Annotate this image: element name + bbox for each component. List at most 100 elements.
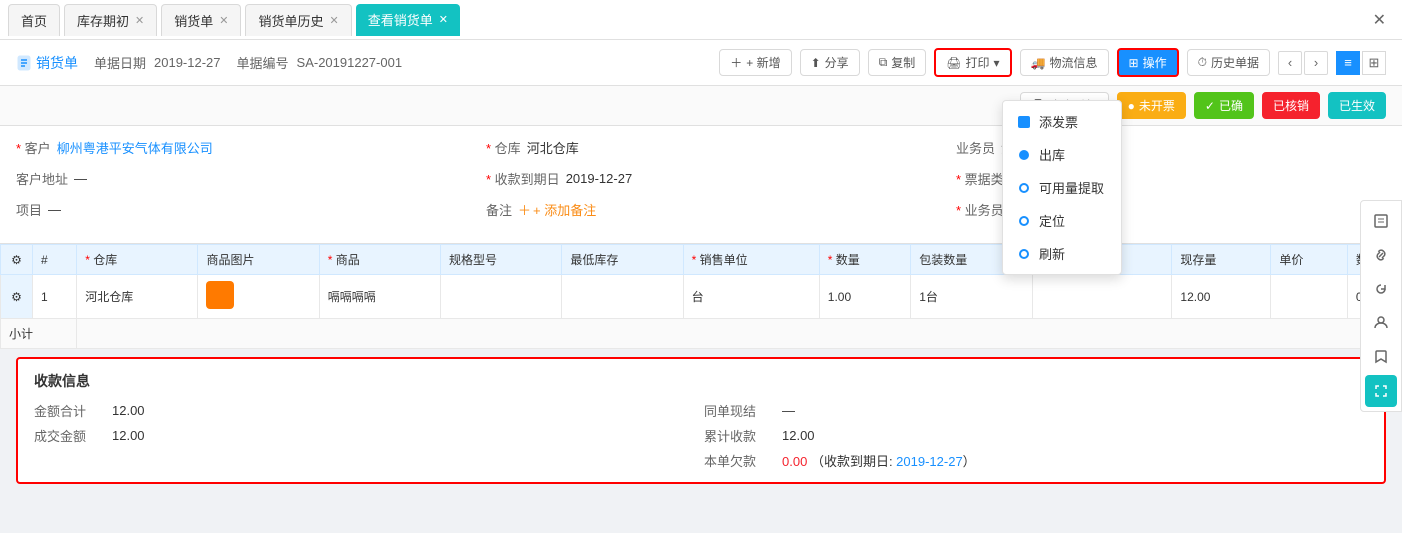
product-table-container: ⚙ # * 仓库 商品图片 * 商品 规格型号 最低库存 * 销售单位 * 数量… xyxy=(0,243,1402,349)
col-sales-unit: * 销售单位 xyxy=(683,245,819,275)
menu-add-invoice[interactable]: 添发票 xyxy=(1003,105,1121,138)
prev-button[interactable]: ‹ xyxy=(1278,51,1302,75)
col-gear: ⚙ xyxy=(1,245,33,275)
address-field: 客户地址 — xyxy=(16,169,446,188)
unopened-button[interactable]: ● 未开票 xyxy=(1117,92,1186,119)
confirm-icon: ✓ xyxy=(1205,99,1215,113)
tab-view-sales-close[interactable]: ✕ xyxy=(439,13,448,26)
same-order-row: 同单现结 — xyxy=(704,401,1368,420)
view-toggle: ≡ ⊞ xyxy=(1336,51,1386,75)
menu-available-qty[interactable]: 可用量提取 xyxy=(1003,171,1121,204)
transaction-amount-value: 12.00 xyxy=(112,428,145,443)
share-icon: ⬆ xyxy=(811,56,821,70)
col-seq: # xyxy=(33,245,77,275)
tab-inventory-close[interactable]: ✕ xyxy=(135,14,144,27)
sales-order-icon xyxy=(16,55,32,71)
row-min-stock xyxy=(562,275,683,319)
payment-right: 同单现结 — 累计收款 12.00 本单欠款 0.00 （收款到期日: 2019… xyxy=(704,401,1368,470)
menu-refresh[interactable]: 刷新 xyxy=(1003,237,1121,270)
customer-value[interactable]: 柳州粤港平安气体有限公司 xyxy=(57,138,213,157)
sidebar-expand-icon[interactable] xyxy=(1365,375,1397,407)
payment-title: 收款信息 xyxy=(34,371,1368,391)
note-label: 备注 xyxy=(486,200,512,219)
row-sales-unit: 台 xyxy=(683,275,819,319)
row-gear[interactable]: ⚙ xyxy=(1,275,33,319)
print-dropdown-arrow: ▾ xyxy=(994,56,1000,70)
available-qty-icon xyxy=(1017,181,1031,195)
sidebar-refresh-icon[interactable] xyxy=(1365,273,1397,305)
sidebar-user-icon[interactable] xyxy=(1365,307,1397,339)
payment-left: 金额合计 12.00 成交金额 12.00 xyxy=(34,401,698,470)
address-value: — xyxy=(74,171,87,186)
project-value: — xyxy=(48,202,61,217)
row-pack-qty: 1台 xyxy=(911,275,1032,319)
row-available xyxy=(1032,275,1172,319)
copy-button[interactable]: ⧉ 复制 xyxy=(868,49,927,76)
payment-date-value: 2019-12-27 xyxy=(566,171,633,186)
note-field: 备注 ＋ + 添加备注 xyxy=(486,200,916,219)
grid-view-button[interactable]: ⊞ xyxy=(1362,51,1386,75)
row-product-img xyxy=(198,275,319,319)
subtotal-row: 小计 xyxy=(1,319,1402,349)
locate-icon xyxy=(1017,214,1031,228)
doc-type-label: 销货单 xyxy=(36,53,78,73)
confirm-button[interactable]: ✓ 已确 xyxy=(1194,92,1254,119)
menu-outbound[interactable]: 出库 xyxy=(1003,138,1121,171)
sidebar-edit-icon[interactable] xyxy=(1365,205,1397,237)
tab-view-sales[interactable]: 查看销货单 ✕ xyxy=(356,4,460,36)
table-row: ⚙ 1 河北仓库 嗝嗝嗝嗝 台 1.00 1台 12.00 0. xyxy=(1,275,1402,319)
tab-home[interactable]: 首页 xyxy=(8,4,60,36)
operation-button[interactable]: ⊞ 操作 xyxy=(1117,48,1179,77)
tab-inventory-init[interactable]: 库存期初 ✕ xyxy=(64,4,157,36)
operation-grid-icon: ⊞ xyxy=(1129,56,1139,70)
payment-date-label: 收款到期日 xyxy=(486,169,560,188)
tab-inventory-label: 库存期初 xyxy=(77,11,129,30)
col-warehouse: * 仓库 xyxy=(77,245,198,275)
total-amount-row: 金额合计 12.00 xyxy=(34,401,698,420)
toolbar-right: ＋ + 新增 ⬆ 分享 ⧉ 复制 🖨 打印 ▾ 🚚 物流信息 ⊞ xyxy=(719,48,1386,77)
logistics-button[interactable]: 🚚 物流信息 xyxy=(1020,49,1109,76)
list-view-button[interactable]: ≡ xyxy=(1336,51,1360,75)
history-button[interactable]: ⏱ 历史单据 xyxy=(1187,49,1270,76)
menu-locate[interactable]: 定位 xyxy=(1003,204,1121,237)
sidebar-bookmark-icon[interactable] xyxy=(1365,341,1397,373)
action-bar: 📱 来自手机 ● 未开票 ✓ 已确 已核销 已生效 xyxy=(0,86,1402,126)
tab-sales-history-close[interactable]: ✕ xyxy=(330,14,339,27)
tab-sales-order-label: 销货单 xyxy=(174,11,213,30)
add-note-icon: ＋ xyxy=(518,200,531,219)
tab-sales-history[interactable]: 销货单历史 ✕ xyxy=(245,4,351,36)
cumulative-payment-value: 12.00 xyxy=(782,428,815,443)
effected-button[interactable]: 已生效 xyxy=(1328,92,1386,119)
new-button[interactable]: ＋ + 新增 xyxy=(719,49,791,76)
add-invoice-icon xyxy=(1017,115,1031,129)
sold-cancel-button[interactable]: 已核销 xyxy=(1262,92,1320,119)
subtotal-values xyxy=(77,319,1402,349)
row-warehouse: 河北仓库 xyxy=(77,275,198,319)
print-button[interactable]: 🖨 打印 ▾ xyxy=(934,48,1011,77)
total-amount-value: 12.00 xyxy=(112,403,145,418)
tab-sales-order-close[interactable]: ✕ xyxy=(219,14,228,27)
sidebar-link-icon[interactable] xyxy=(1365,239,1397,271)
row-seq: 1 xyxy=(33,275,77,319)
next-button[interactable]: › xyxy=(1304,51,1328,75)
due-note: （收款到期日: 2019-12-27） xyxy=(811,454,976,469)
doc-date-label: 单据日期 2019-12-27 xyxy=(94,53,221,72)
col-unit-price: 单价 xyxy=(1271,245,1348,275)
row-quantity: 1.00 xyxy=(819,275,910,319)
this-order-due-value: 0.00 （收款到期日: 2019-12-27） xyxy=(782,451,976,470)
transaction-amount-label: 成交金额 xyxy=(34,426,104,445)
share-button[interactable]: ⬆ 分享 xyxy=(800,49,860,76)
doc-type-icon: 销货单 xyxy=(16,53,78,73)
window-close-button[interactable]: ✕ xyxy=(1365,10,1394,30)
doc-meta: 单据日期 2019-12-27 单据编号 SA-20191227-001 xyxy=(94,53,402,72)
tab-sales-order[interactable]: 销货单 ✕ xyxy=(161,4,241,36)
history-icon: ⏱ xyxy=(1198,55,1207,70)
print-icon: 🖨 xyxy=(946,56,961,70)
row-unit-price xyxy=(1271,275,1348,319)
total-amount-label: 金额合计 xyxy=(34,401,104,420)
payment-section: 收款信息 金额合计 12.00 成交金额 12.00 同单现结 — 累计收款 xyxy=(16,357,1386,484)
this-order-due-row: 本单欠款 0.00 （收款到期日: 2019-12-27） xyxy=(704,451,1368,470)
add-note-button[interactable]: ＋ + 添加备注 xyxy=(518,200,596,219)
document-header: 销货单 单据日期 2019-12-27 单据编号 SA-20191227-001… xyxy=(0,40,1402,86)
col-product: * 商品 xyxy=(319,245,440,275)
